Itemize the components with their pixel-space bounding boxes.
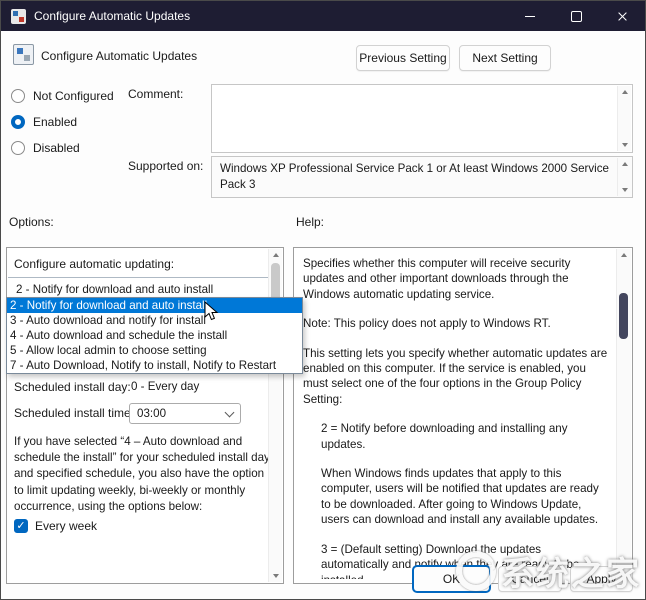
help-paragraph: When Windows finds updates that apply to… bbox=[303, 466, 611, 528]
help-content: Specifies whether this computer will rec… bbox=[303, 256, 611, 579]
comment-label: Comment: bbox=[128, 87, 183, 101]
help-paragraph: 2 = Notify before downloading and instal… bbox=[303, 421, 611, 452]
radio-disabled[interactable]: Disabled bbox=[11, 140, 80, 156]
close-button[interactable] bbox=[599, 1, 645, 31]
scroll-up-icon[interactable] bbox=[618, 86, 631, 98]
comment-input[interactable] bbox=[211, 84, 633, 153]
install-day-label: Scheduled install day: bbox=[14, 380, 131, 394]
titlebar: Configure Automatic Updates bbox=[1, 1, 645, 31]
chevron-down-icon bbox=[225, 407, 235, 417]
radio-not-configured[interactable]: Not Configured bbox=[11, 88, 114, 104]
maximize-button[interactable] bbox=[553, 1, 599, 31]
combo-separator bbox=[8, 277, 269, 278]
apply-button[interactable]: Apply bbox=[570, 566, 633, 592]
supported-line: Option 7 only supported on servers of at… bbox=[220, 193, 610, 195]
supported-on-field: Windows XP Professional Service Pack 1 o… bbox=[211, 156, 633, 198]
supported-scrollbar[interactable] bbox=[617, 158, 631, 196]
radio-enabled[interactable]: Enabled bbox=[11, 114, 77, 130]
supported-on-label: Supported on: bbox=[128, 159, 203, 173]
help-panel: Specifies whether this computer will rec… bbox=[293, 247, 633, 584]
scroll-up-icon[interactable] bbox=[618, 158, 631, 170]
cancel-button[interactable]: Cancel bbox=[498, 566, 562, 592]
dropdown-option[interactable]: 7 - Auto Download, Notify to install, No… bbox=[7, 358, 302, 373]
window-controls bbox=[507, 1, 645, 31]
previous-setting-button[interactable]: Previous Setting bbox=[356, 45, 450, 71]
close-icon bbox=[617, 11, 628, 22]
install-day-combobox[interactable]: 0 - Every day bbox=[131, 380, 199, 393]
help-scrollbar[interactable] bbox=[616, 249, 631, 582]
every-week-checkbox bbox=[14, 519, 28, 533]
options-note-text: If you have selected “4 – Auto download … bbox=[14, 434, 276, 515]
radio-circle bbox=[11, 89, 25, 103]
app-icon bbox=[11, 9, 26, 24]
install-time-combobox[interactable]: 03:00 bbox=[129, 403, 241, 424]
scroll-up-icon[interactable] bbox=[269, 249, 282, 261]
scroll-down-icon[interactable] bbox=[269, 570, 282, 582]
radio-circle bbox=[11, 115, 25, 129]
auto-update-combobox[interactable]: 2 - Notify for download and auto install bbox=[16, 283, 213, 296]
scroll-down-icon[interactable] bbox=[618, 184, 631, 196]
help-paragraph: Note: This policy does not apply to Wind… bbox=[303, 316, 611, 331]
help-paragraph: This setting lets you specify whether au… bbox=[303, 346, 611, 408]
auto-update-dropdown-list: 2 - Notify for download and auto install… bbox=[6, 297, 303, 374]
configure-automatic-updates-dialog: Configure Automatic Updates Configure Au… bbox=[0, 0, 646, 600]
maximize-icon bbox=[571, 11, 582, 22]
options-section-label: Options: bbox=[9, 215, 54, 229]
every-week-checkbox-row[interactable]: Every week bbox=[14, 519, 97, 533]
help-paragraph: Specifies whether this computer will rec… bbox=[303, 256, 611, 302]
comment-scrollbar[interactable] bbox=[617, 86, 631, 151]
next-setting-button[interactable]: Next Setting bbox=[459, 45, 551, 71]
every-week-label: Every week bbox=[35, 519, 97, 533]
install-time-label: Scheduled install time: bbox=[14, 406, 134, 420]
dropdown-option[interactable]: 5 - Allow local admin to choose setting bbox=[7, 343, 302, 358]
scroll-up-icon[interactable] bbox=[617, 249, 630, 261]
ok-button[interactable]: OK bbox=[413, 566, 490, 592]
minimize-icon bbox=[525, 16, 535, 17]
dropdown-option[interactable]: 3 - Auto download and notify for install bbox=[7, 313, 302, 328]
dropdown-option[interactable]: 2 - Notify for download and auto install bbox=[7, 298, 302, 313]
configure-updating-label: Configure automatic updating: bbox=[14, 257, 174, 271]
radio-label: Not Configured bbox=[33, 89, 114, 103]
radio-label: Enabled bbox=[33, 115, 77, 129]
window-title: Configure Automatic Updates bbox=[34, 9, 190, 23]
dropdown-option[interactable]: 4 - Auto download and schedule the insta… bbox=[7, 328, 302, 343]
scrollbar-thumb[interactable] bbox=[619, 293, 628, 339]
radio-circle bbox=[11, 141, 25, 155]
supported-line: Windows XP Professional Service Pack 1 o… bbox=[220, 161, 610, 193]
radio-label: Disabled bbox=[33, 141, 80, 155]
policy-icon bbox=[13, 44, 34, 65]
scroll-down-icon[interactable] bbox=[618, 139, 631, 151]
help-section-label: Help: bbox=[296, 215, 324, 229]
minimize-button[interactable] bbox=[507, 1, 553, 31]
install-time-value: 03:00 bbox=[137, 407, 166, 420]
page-title: Configure Automatic Updates bbox=[41, 49, 197, 63]
